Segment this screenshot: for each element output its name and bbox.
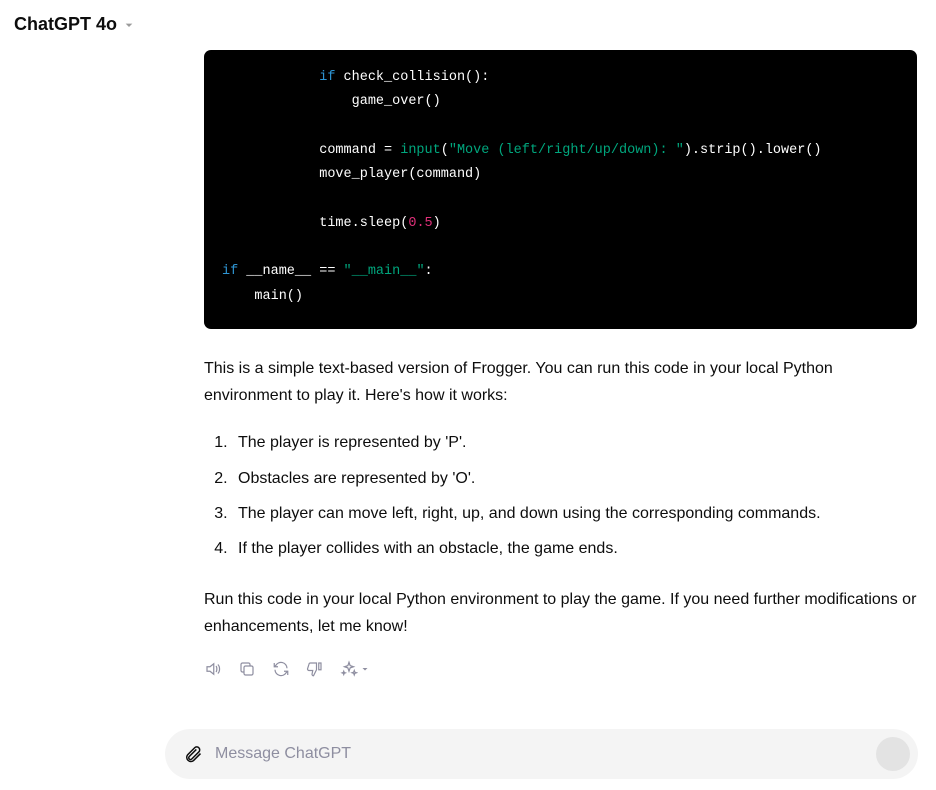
model-selector[interactable]: ChatGPT 4o [14, 14, 137, 35]
list-item: The player can move left, right, up, and… [232, 500, 917, 527]
assistant-message: if check_collision(): game_over() comman… [204, 50, 917, 720]
model-name: ChatGPT 4o [14, 14, 117, 35]
message-input[interactable] [203, 745, 876, 763]
message-actions [204, 660, 917, 678]
list-item: Obstacles are represented by 'O'. [232, 465, 917, 492]
copy-icon[interactable] [238, 660, 256, 678]
sparkle-icon [340, 660, 358, 678]
chevron-down-icon [359, 663, 371, 675]
chevron-down-icon [121, 17, 137, 33]
instructions-list: The player is represented by 'P'. Obstacl… [204, 429, 917, 562]
composer [165, 729, 918, 779]
read-aloud-icon[interactable] [204, 660, 222, 678]
message-outro: Run this code in your local Python envir… [204, 586, 917, 640]
thumbs-down-icon[interactable] [306, 660, 324, 678]
send-button[interactable] [876, 737, 910, 771]
model-switch-button[interactable] [340, 660, 371, 678]
list-item: If the player collides with an obstacle,… [232, 535, 917, 562]
code-block: if check_collision(): game_over() comman… [204, 50, 917, 329]
attach-icon[interactable] [183, 744, 203, 764]
regenerate-icon[interactable] [272, 660, 290, 678]
list-item: The player is represented by 'P'. [232, 429, 917, 456]
message-intro: This is a simple text-based version of F… [204, 355, 917, 409]
